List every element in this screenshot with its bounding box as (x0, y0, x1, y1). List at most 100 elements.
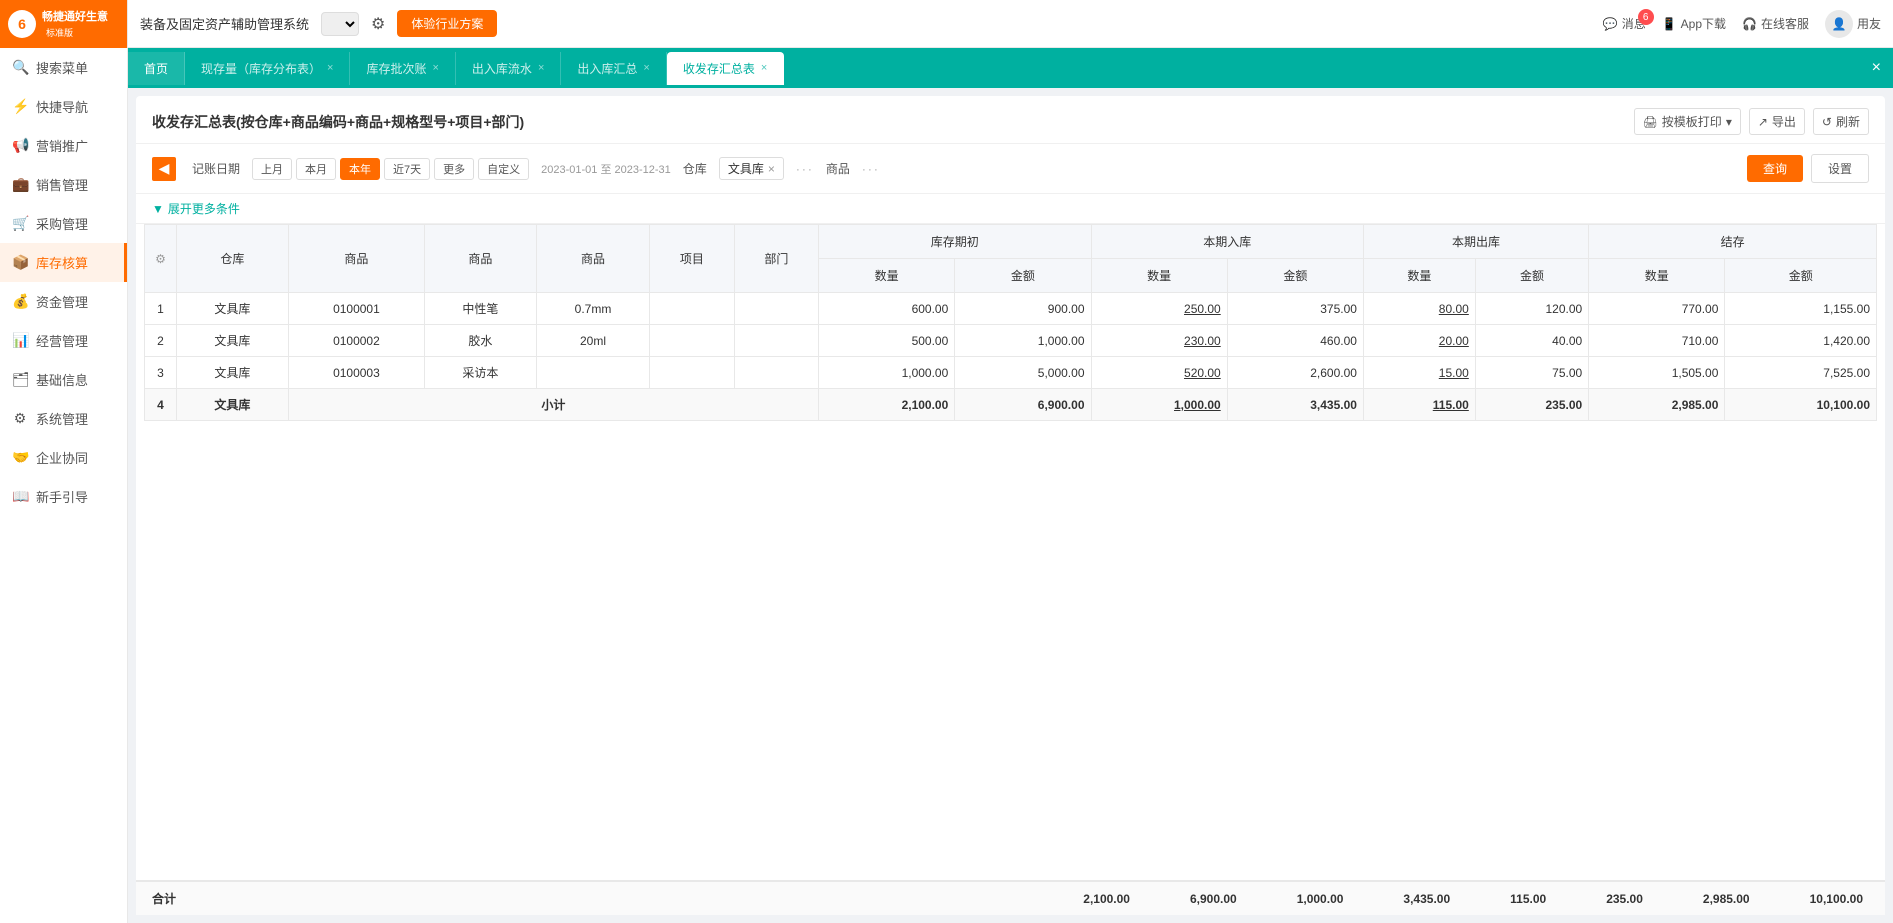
tab-库存批次账[interactable]: 库存批次账 × (350, 52, 455, 85)
page-actions: 🖨 按模板打印 ▾ ↗ 导出 ↺ 刷新 (1634, 108, 1869, 135)
user-item[interactable]: 👤 用友 (1825, 10, 1881, 38)
query-btn[interactable]: 查询 (1747, 155, 1803, 182)
sidebar-item-搜索菜单[interactable]: 🔍搜索菜单 (0, 48, 127, 87)
table-settings-icon[interactable]: ⚙ (155, 252, 166, 266)
row-open-amt: 5,000.00 (955, 357, 1091, 389)
subtotal-out-amt: 235.00 (1475, 389, 1588, 421)
bal-qty-header: 数量 (1589, 259, 1725, 293)
open-amt-header: 金额 (955, 259, 1091, 293)
tab-close[interactable]: × (327, 62, 333, 74)
name-col-header: 商品 (425, 225, 537, 293)
expand-conditions-btn[interactable]: ▼ 展开更多条件 (152, 200, 1869, 217)
tab-close[interactable]: × (761, 62, 767, 74)
date-label: 记账日期 (192, 160, 240, 177)
sidebar-label: 库存核算 (36, 253, 88, 272)
sidebar-item-新手引导[interactable]: 📖 新手引导 (0, 477, 127, 516)
date-btn-本年[interactable]: 本年 (340, 158, 380, 180)
sidebar-label: 采购管理 (36, 214, 88, 233)
row-out-qty[interactable]: 20.00 (1363, 325, 1475, 357)
tab-出入库汇总[interactable]: 出入库汇总× (561, 52, 666, 85)
row-no: 3 (145, 357, 177, 389)
date-range: 2023-01-01 至 2023-12-31 (541, 161, 671, 177)
export-icon: ↗ (1758, 115, 1768, 129)
row-dept (734, 325, 818, 357)
sidebar-item-采购管理[interactable]: 🛒采购管理 (0, 204, 127, 243)
row-project (650, 293, 734, 325)
total-in-qty: 1,000.00 (1291, 892, 1350, 906)
sidebar-icon: 📖 (12, 488, 28, 505)
opening-col-header: 库存期初 (819, 225, 1091, 259)
row-open-qty: 500.00 (819, 325, 955, 357)
row-bal-amt: 1,420.00 (1725, 325, 1877, 357)
row-dept (734, 293, 818, 325)
tab-close[interactable]: × (538, 62, 544, 74)
date-btn-上月[interactable]: 上月 (252, 158, 292, 180)
row-in-qty[interactable]: 520.00 (1091, 357, 1227, 389)
total-open-qty: 2,100.00 (1077, 892, 1136, 906)
warehouse-more-btn[interactable]: ··· (796, 162, 814, 176)
subtotal-out-qty[interactable]: 115.00 (1363, 389, 1475, 421)
date-btn-自定义[interactable]: 自定义 (478, 158, 529, 180)
gear-settings-icon[interactable]: ⚙ (371, 14, 385, 34)
sidebar-label: 资金管理 (36, 292, 88, 311)
close-all-tabs-btn[interactable]: × (1860, 59, 1893, 77)
warehouse-tag: 文具库 × (719, 157, 784, 180)
row-project (650, 325, 734, 357)
date-btn-更多[interactable]: 更多 (434, 158, 474, 180)
tab-现存量（库存分布表）[interactable]: 现存量（库存分布表） × (185, 52, 350, 85)
tab-label: 库存批次账 (366, 60, 426, 77)
sidebar-item-库存核算[interactable]: 📦库存核算 (0, 243, 127, 282)
tab-close[interactable]: × (432, 62, 438, 74)
date-btn-近7天[interactable]: 近7天 (384, 158, 430, 180)
tab-收发存汇总表[interactable]: 收发存汇总表× (667, 52, 784, 85)
sidebar-item-企业协同[interactable]: 🤝企业协同 (0, 438, 127, 477)
row-code: 0100001 (288, 293, 424, 325)
print-btn[interactable]: 🖨 按模板打印 ▾ (1634, 108, 1741, 135)
tab-label: 首页 (144, 60, 168, 77)
sidebar-item-销售管理[interactable]: 💼销售管理 (0, 165, 127, 204)
filter-row-1: 记账日期 上月本月本年近7天更多自定义 2023-01-01 至 2023-12… (192, 157, 1731, 180)
sidebar-item-资金管理[interactable]: 💰资金管理 (0, 282, 127, 321)
tab-close[interactable]: × (643, 62, 649, 74)
set-btn[interactable]: 设置 (1811, 154, 1869, 183)
row-in-qty[interactable]: 250.00 (1091, 293, 1227, 325)
tab-出入库流水[interactable]: 出入库流水× (456, 52, 561, 85)
sidebar-item-系统管理[interactable]: ⚙系统管理 (0, 399, 127, 438)
filter-toggle-btn[interactable]: ◀ (152, 157, 176, 181)
row-bal-qty: 710.00 (1589, 325, 1725, 357)
warehouse-tag-close[interactable]: × (768, 162, 775, 176)
message-badge: 6 (1638, 9, 1654, 25)
row-out-qty[interactable]: 15.00 (1363, 357, 1475, 389)
message-icon-item[interactable]: 💬 消息 6 (1603, 15, 1646, 32)
sidebar-item-基础信息[interactable]: 🗂基础信息 (0, 360, 127, 399)
system-selector[interactable] (321, 12, 359, 36)
refresh-btn[interactable]: ↺ 刷新 (1813, 108, 1869, 135)
sidebar-label: 新手引导 (36, 487, 88, 506)
table-row: 1 文具库 0100001 中性笔 0.7mm 600.00 900.00 25… (145, 293, 1877, 325)
app-download-item[interactable]: 📱 App下载 (1662, 15, 1726, 32)
trial-btn[interactable]: 体验行业方案 (397, 10, 497, 37)
main-area: 装备及固定资产辅助管理系统 ⚙ 体验行业方案 💬 消息 6 📱 App下载 🎧 … (128, 0, 1893, 923)
sidebar-item-经营管理[interactable]: 📊经营管理 (0, 321, 127, 360)
subtotal-label: 小计 (288, 389, 818, 421)
tab-首页[interactable]: 首页 (128, 52, 185, 85)
row-in-amt: 460.00 (1227, 325, 1363, 357)
goods-more-btn[interactable]: ··· (862, 162, 880, 176)
sidebar-item-营销推广[interactable]: 📢营销推广 (0, 126, 127, 165)
tab-label: 现存量（库存分布表） (201, 60, 321, 77)
online-service-item[interactable]: 🎧 在线客服 (1742, 15, 1809, 32)
sidebar-item-快捷导航[interactable]: ⚡快捷导航 (0, 87, 127, 126)
row-out-qty[interactable]: 80.00 (1363, 293, 1475, 325)
out-amt-header: 金额 (1475, 259, 1588, 293)
warehouse-col-header: 仓库 (177, 225, 289, 293)
row-open-amt: 1,000.00 (955, 325, 1091, 357)
subtotal-in-qty[interactable]: 1,000.00 (1091, 389, 1227, 421)
avatar: 👤 (1825, 10, 1853, 38)
open-qty-header: 数量 (819, 259, 955, 293)
row-name: 采访本 (425, 357, 537, 389)
subtotal-open-amt: 6,900.00 (955, 389, 1091, 421)
row-spec (536, 357, 649, 389)
row-in-qty[interactable]: 230.00 (1091, 325, 1227, 357)
date-btn-本月[interactable]: 本月 (296, 158, 336, 180)
export-btn[interactable]: ↗ 导出 (1749, 108, 1805, 135)
